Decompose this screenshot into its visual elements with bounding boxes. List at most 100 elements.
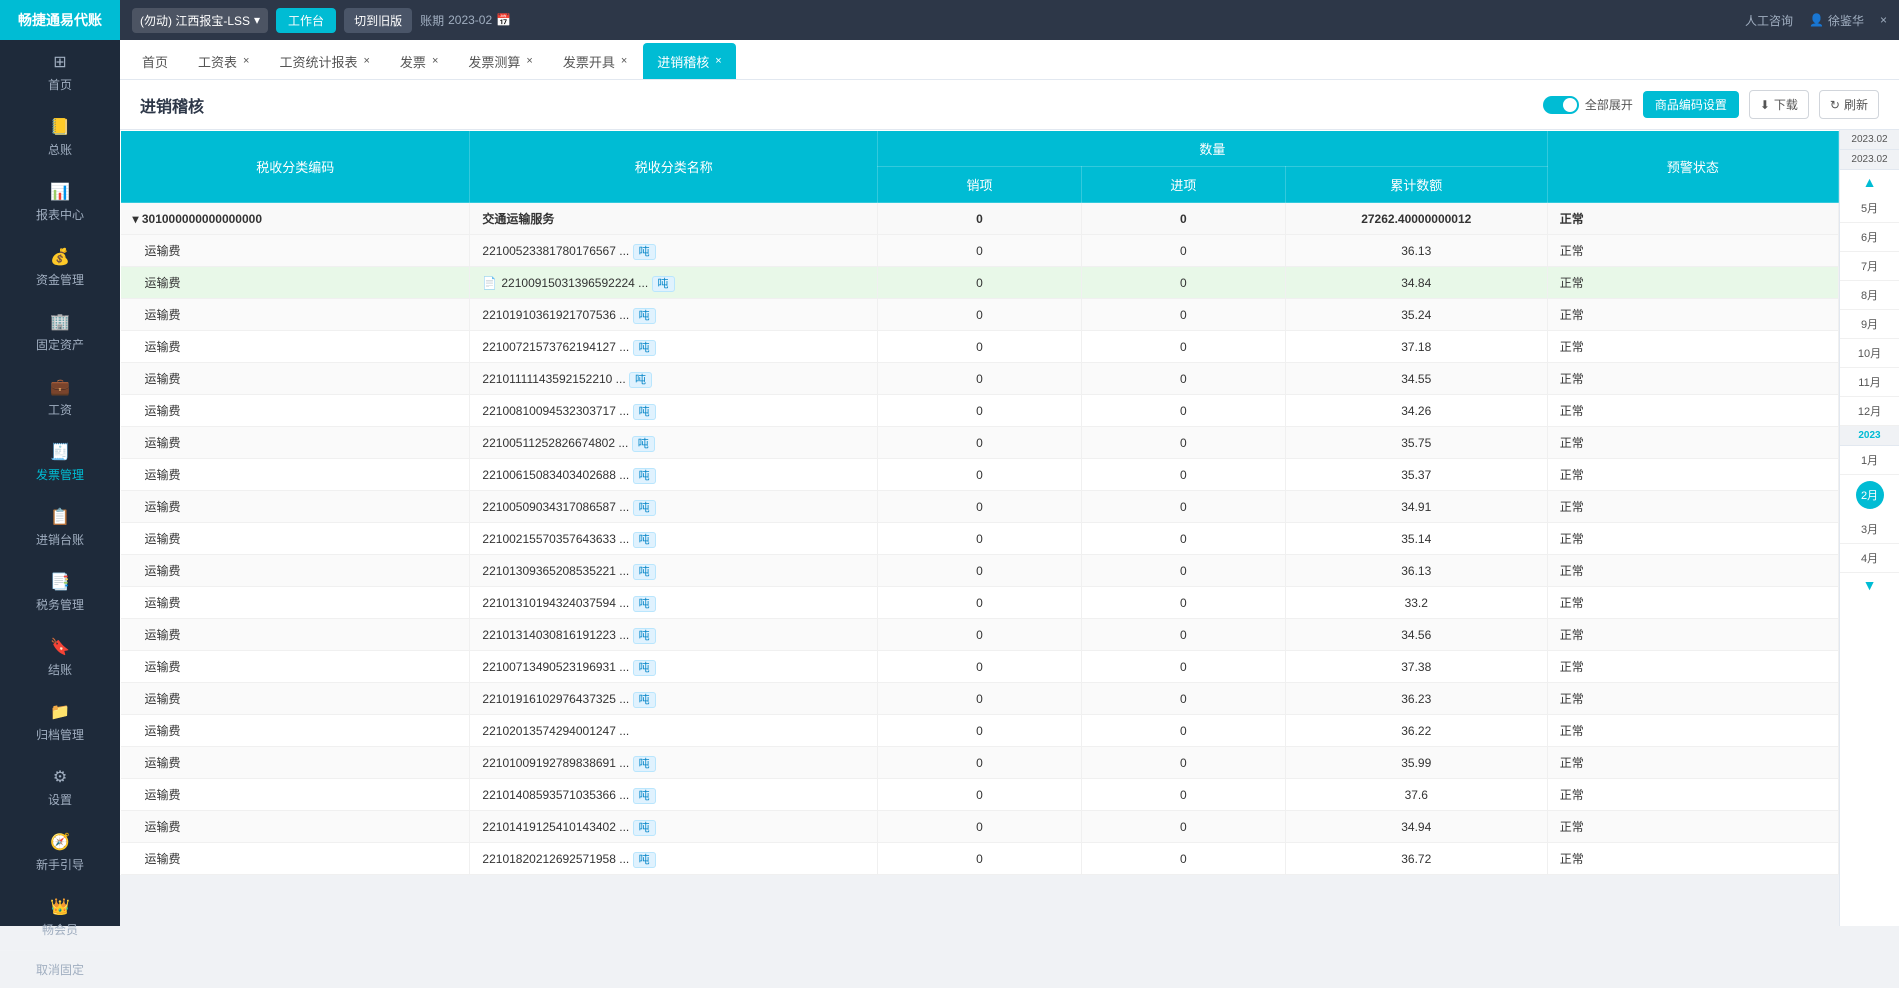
- month-8[interactable]: 8月: [1840, 281, 1899, 310]
- expand-all-toggle[interactable]: 全部展开: [1543, 96, 1633, 114]
- table-cell-invoice: 22101916102976437325 ... 吨: [470, 683, 878, 715]
- sidebar-item-sales-desk[interactable]: 📋 进销台账: [0, 495, 120, 560]
- table-cell-code: 运输费: [121, 363, 470, 395]
- tab-sales-reconcile[interactable]: 进销稽核 ×: [643, 43, 735, 79]
- table-cell-status: 正常: [1547, 331, 1838, 363]
- sidebar-item-label: 首页: [48, 76, 72, 93]
- table-cell-status: 正常: [1547, 651, 1838, 683]
- table-cell-status: 正常: [1547, 619, 1838, 651]
- toggle-switch[interactable]: [1543, 96, 1579, 114]
- tab-invoice[interactable]: 发票 ×: [386, 43, 452, 79]
- sidebar-item-invoice-mgmt[interactable]: 🧾 发票管理: [0, 430, 120, 495]
- month-3[interactable]: 3月: [1840, 515, 1899, 544]
- sidebar-item-label: 税务管理: [36, 596, 84, 613]
- support-link[interactable]: 人工咨询: [1745, 12, 1793, 29]
- table-cell-status: 正常: [1547, 779, 1838, 811]
- table-cell-code: 运输费: [121, 235, 470, 267]
- sidebar-item-fixed-assets[interactable]: 🏢 固定资产: [0, 300, 120, 365]
- tab-invoice-calc[interactable]: 发票测算 ×: [454, 43, 546, 79]
- sidebar-item-ledger[interactable]: 📒 总账: [0, 105, 120, 170]
- sidebar-item-new-guide[interactable]: 🧭 新手引导: [0, 820, 120, 885]
- refresh-label: 刷新: [1844, 96, 1868, 113]
- month-7[interactable]: 7月: [1840, 252, 1899, 281]
- workspace-button[interactable]: 工作台: [276, 8, 336, 33]
- table-cell-status: 正常: [1547, 523, 1838, 555]
- scroll-up-button[interactable]: ▲: [1840, 170, 1899, 194]
- unit-tag: 吨: [633, 468, 656, 484]
- period-info: 账期 2023-02 📅: [420, 12, 511, 29]
- refresh-button[interactable]: ↻ 刷新: [1819, 90, 1879, 119]
- table-cell-cumulative: 35.24: [1285, 299, 1547, 331]
- month-4[interactable]: 4月: [1840, 544, 1899, 573]
- table-cell-sales: 0: [878, 715, 1082, 747]
- tab-salary-stats-close[interactable]: ×: [363, 55, 369, 67]
- sidebar-item-home[interactable]: ⊞ 首页: [0, 40, 120, 105]
- month-5[interactable]: 5月: [1840, 194, 1899, 223]
- sidebar-item-salary[interactable]: 💼 工资: [0, 365, 120, 430]
- table-cell-sales: 0: [878, 811, 1082, 843]
- window-close-button[interactable]: ×: [1880, 13, 1887, 27]
- scroll-down-button[interactable]: ▼: [1840, 573, 1899, 597]
- new-guide-icon: 🧭: [50, 832, 70, 852]
- month-12[interactable]: 12月: [1840, 397, 1899, 426]
- sidebar-item-reports[interactable]: 📊 报表中心: [0, 170, 120, 235]
- tab-sales-reconcile-label: 进销稽核: [657, 52, 709, 71]
- tab-home[interactable]: 首页: [128, 43, 182, 79]
- table-cell-input: 0: [1081, 427, 1285, 459]
- unpin-button[interactable]: 取消固定: [0, 950, 120, 988]
- table-container[interactable]: 税收分类编码 税收分类名称 数量 预警状态 销项 进项 累计数额 ▾ 30100…: [120, 130, 1839, 926]
- table-cell-input: 0: [1081, 811, 1285, 843]
- table-cell-invoice: 22100509034317086587 ... 吨: [470, 491, 878, 523]
- table-cell-input: 0: [1081, 299, 1285, 331]
- table-cell-code: 运输费: [121, 395, 470, 427]
- unit-tag: 吨: [633, 788, 656, 804]
- table-cell-invoice: 22101314030816191223 ... 吨: [470, 619, 878, 651]
- page-header: 进销稽核 全部展开 商品编码设置 ⬇ 下载 ↻ 刷新: [120, 80, 1899, 130]
- unit-tag: 吨: [633, 404, 656, 420]
- main-table: 税收分类编码 税收分类名称 数量 预警状态 销项 进项 累计数额 ▾ 30100…: [120, 130, 1839, 875]
- sidebar-item-label: 报表中心: [36, 206, 84, 223]
- tab-salary[interactable]: 工资表 ×: [184, 43, 263, 79]
- month-1[interactable]: 1月: [1840, 446, 1899, 475]
- refresh-icon: ↻: [1830, 98, 1840, 112]
- tab-salary-stats[interactable]: 工资统计报表 ×: [265, 43, 383, 79]
- goods-code-button[interactable]: 商品编码设置: [1643, 91, 1739, 118]
- tab-invoice-close[interactable]: ×: [432, 55, 438, 67]
- sidebar-item-funds[interactable]: 💰 资金管理: [0, 235, 120, 300]
- user-menu[interactable]: 👤 徐鉴华: [1809, 12, 1864, 29]
- month-10[interactable]: 10月: [1840, 339, 1899, 368]
- sidebar-item-label: 固定资产: [36, 336, 84, 353]
- tab-invoice-open-close[interactable]: ×: [621, 55, 627, 67]
- company-selector[interactable]: (勿动) 江西报宝-LSS ▾: [132, 8, 268, 33]
- download-button[interactable]: ⬇ 下载: [1749, 90, 1809, 119]
- table-cell-input: 0: [1081, 683, 1285, 715]
- sidebar-item-settings[interactable]: ⚙ 设置: [0, 755, 120, 820]
- table-cell-status: 正常: [1547, 427, 1838, 459]
- month-11[interactable]: 11月: [1840, 368, 1899, 397]
- table-cell-sales: 0: [878, 395, 1082, 427]
- unit-tag: 吨: [632, 436, 655, 452]
- table-cell-status: 正常: [1547, 395, 1838, 427]
- tab-sales-reconcile-close[interactable]: ×: [715, 55, 721, 67]
- sidebar-item-tax[interactable]: 📑 税务管理: [0, 560, 120, 625]
- tab-invoice-open[interactable]: 发票开具 ×: [549, 43, 641, 79]
- table-cell-invoice: 22100615083403402688 ... 吨: [470, 459, 878, 491]
- month-2-active[interactable]: 2月: [1856, 481, 1884, 509]
- month-6[interactable]: 6月: [1840, 223, 1899, 252]
- table-cell-cumulative: 34.55: [1285, 363, 1547, 395]
- prev-period-button[interactable]: 切到旧版: [344, 8, 412, 33]
- table-cell-name: 交通运输服务: [470, 203, 878, 235]
- table-cell-invoice: 22101009192789838691 ... 吨: [470, 747, 878, 779]
- header-actions: 全部展开 商品编码设置 ⬇ 下载 ↻ 刷新: [1543, 90, 1879, 119]
- sidebar-item-archive[interactable]: 📁 归档管理: [0, 690, 120, 755]
- table-cell-input: 0: [1081, 491, 1285, 523]
- table-cell-sales: 0: [878, 235, 1082, 267]
- month-9[interactable]: 9月: [1840, 310, 1899, 339]
- page-title: 进销稽核: [140, 93, 204, 117]
- tab-invoice-calc-close[interactable]: ×: [526, 55, 532, 67]
- settlement-icon: 🔖: [50, 637, 70, 657]
- sidebar-item-settlement[interactable]: 🔖 结账: [0, 625, 120, 690]
- sidebar-item-member[interactable]: 👑 畅会员: [0, 885, 120, 950]
- table-cell-code: 运输费: [121, 267, 470, 299]
- tab-salary-close[interactable]: ×: [243, 55, 249, 67]
